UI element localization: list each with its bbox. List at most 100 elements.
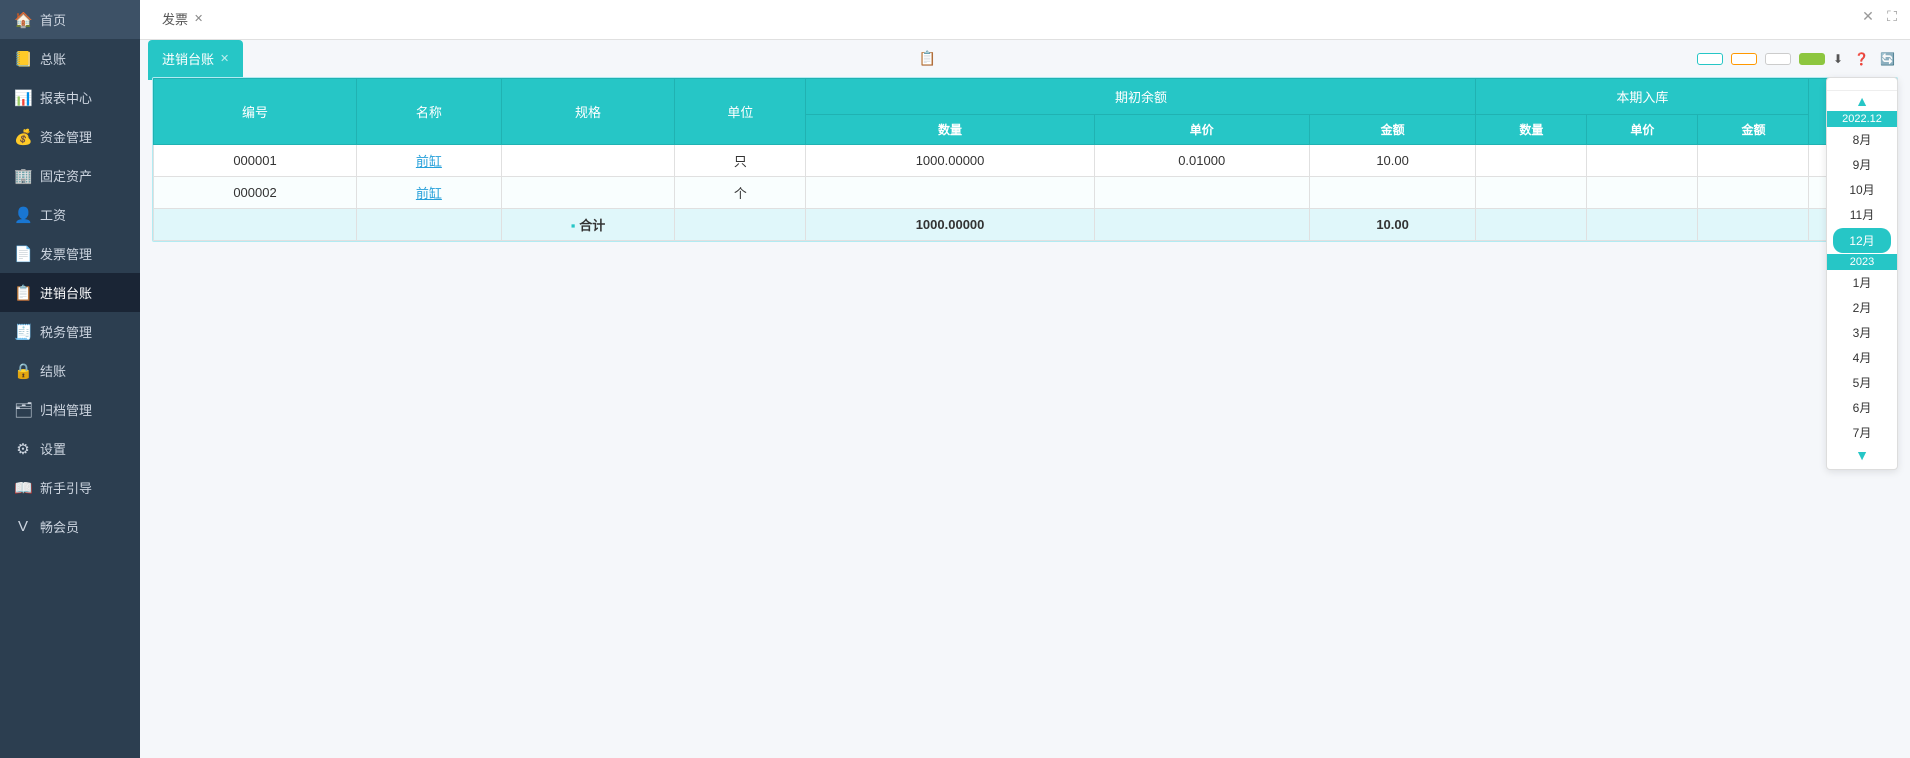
close-window-button[interactable]: ✕ bbox=[1860, 8, 1876, 24]
table-wrapper: 编号名称规格单位期初余额本期入库数 数量单价金额数量单价金额 000001前缸只… bbox=[152, 77, 1898, 242]
sidebar-item-member[interactable]: V 畅会员 bbox=[0, 507, 140, 546]
sidebar-icon-funds: 💰 bbox=[14, 128, 32, 146]
total-cell-3 bbox=[675, 209, 806, 241]
sub-th-单价: 单价 bbox=[1587, 115, 1698, 145]
month-item-2022-12月[interactable]: 12月 bbox=[1833, 228, 1891, 253]
generate-voucher-button[interactable] bbox=[1799, 53, 1825, 65]
cell-1-0: 000002 bbox=[154, 177, 357, 209]
th-名称: 名称 bbox=[357, 79, 502, 145]
th-规格: 规格 bbox=[501, 79, 675, 145]
sidebar-icon-tax: 🧾 bbox=[14, 323, 32, 341]
sidebar-label-archive: 归档管理 bbox=[40, 400, 92, 419]
sidebar-label-funds: 资金管理 bbox=[40, 127, 92, 146]
sub-th-金额: 金额 bbox=[1309, 115, 1476, 145]
cell-1-9 bbox=[1698, 177, 1809, 209]
month-item-2023-7月[interactable]: 7月 bbox=[1827, 420, 1897, 445]
sidebar-item-fixed-assets[interactable]: 🏢 固定资产 bbox=[0, 156, 140, 195]
sidebar-item-home[interactable]: 🏠 首页 bbox=[0, 0, 140, 39]
total-cell-0 bbox=[154, 209, 357, 241]
sidebar-label-home: 首页 bbox=[40, 10, 66, 29]
sidebar-icon-purchase-sales: 📋 bbox=[14, 284, 32, 302]
month-item-2023-6月[interactable]: 6月 bbox=[1827, 395, 1897, 420]
month-item-2023-4月[interactable]: 4月 bbox=[1827, 345, 1897, 370]
help-button[interactable]: ❓ bbox=[1854, 52, 1872, 66]
sidebar-icon-fixed-assets: 🏢 bbox=[14, 167, 32, 185]
month-list: 2022.128月9月10月11月12月20231月2月3月4月5月6月7月 bbox=[1827, 111, 1897, 445]
tab-invoice-tab[interactable]: 发票✕ bbox=[148, 0, 243, 40]
total-cell-9 bbox=[1698, 209, 1809, 241]
cell-link-1-1[interactable]: 前缸 bbox=[416, 186, 442, 201]
reopen-button[interactable] bbox=[1731, 53, 1757, 65]
month-item-2023-3月[interactable]: 3月 bbox=[1827, 320, 1897, 345]
sidebar-label-close: 结账 bbox=[40, 361, 66, 380]
refresh-icon: 🔄 bbox=[1880, 52, 1895, 66]
sidebar-label-settings: 设置 bbox=[40, 439, 66, 458]
sidebar-label-reports: 报表中心 bbox=[40, 88, 92, 107]
cell-0-8 bbox=[1587, 145, 1698, 177]
sidebar-item-tax[interactable]: 🧾税务管理 bbox=[0, 312, 140, 351]
month-panel-title bbox=[1827, 82, 1897, 91]
cell-1-8 bbox=[1587, 177, 1698, 209]
month-item-2023-2月[interactable]: 2月 bbox=[1827, 295, 1897, 320]
sidebar-label-ledger: 总账 bbox=[40, 49, 66, 68]
cell-link-0-1[interactable]: 前缸 bbox=[416, 154, 442, 169]
sidebar-item-settings[interactable]: ⚙ 设置 bbox=[0, 429, 140, 468]
refresh-button[interactable]: 🔄 bbox=[1880, 52, 1898, 66]
cell-1-4 bbox=[806, 177, 1094, 209]
month-item-2022-8月[interactable]: 8月 bbox=[1827, 127, 1897, 152]
top-bar: 📋 ⬇ ❓ 🔄 bbox=[152, 50, 1898, 67]
cell-0-3: 只 bbox=[675, 145, 806, 177]
sidebar-item-funds[interactable]: 💰 资金管理 bbox=[0, 117, 140, 156]
cell-0-2 bbox=[501, 145, 675, 177]
th-本期入库: 本期入库 bbox=[1476, 79, 1809, 115]
sidebar-item-guide[interactable]: 📖新手引导 bbox=[0, 468, 140, 507]
sidebar-item-ledger[interactable]: 📒 总账 bbox=[0, 39, 140, 78]
sidebar-icon-home: 🏠 bbox=[14, 11, 32, 29]
save-alias-button[interactable] bbox=[1765, 53, 1791, 65]
sidebar-label-member: 畅会员 bbox=[40, 517, 79, 536]
month-nav-down[interactable]: ▼ bbox=[1827, 445, 1897, 465]
sub-th-数量: 数量 bbox=[806, 115, 1094, 145]
sidebar-item-payroll[interactable]: 👤工资 bbox=[0, 195, 140, 234]
month-item-2023-5月[interactable]: 5月 bbox=[1827, 370, 1897, 395]
download-button[interactable]: ⬇ bbox=[1833, 52, 1846, 66]
th-期初余额: 期初余额 bbox=[806, 79, 1476, 115]
sidebar-label-invoice-mgmt: 发票管理 bbox=[40, 244, 92, 263]
cell-0-5: 0.01000 bbox=[1094, 145, 1309, 177]
sidebar-item-archive[interactable]: 🗂归档管理 bbox=[0, 390, 140, 429]
sidebar-icon-guide: 📖 bbox=[14, 479, 32, 497]
total-row: ▪合计1000.0000010.00 bbox=[154, 209, 1897, 241]
month-nav-up[interactable]: ▲ bbox=[1827, 91, 1897, 111]
cell-1-7 bbox=[1476, 177, 1587, 209]
sidebar-icon-close: 🔒 bbox=[14, 362, 32, 380]
cell-1-3: 个 bbox=[675, 177, 806, 209]
reconcile-button[interactable] bbox=[1697, 53, 1723, 65]
sidebar-item-reports[interactable]: 📊报表中心 bbox=[0, 78, 140, 117]
month-item-2023-1月[interactable]: 1月 bbox=[1827, 270, 1897, 295]
total-cell-2: ▪合计 bbox=[501, 209, 675, 241]
month-item-2022-11月[interactable]: 11月 bbox=[1827, 202, 1897, 227]
cell-1-5 bbox=[1094, 177, 1309, 209]
sidebar-item-invoice-mgmt[interactable]: 📄发票管理 bbox=[0, 234, 140, 273]
month-panel: ▲ 2022.128月9月10月11月12月20231月2月3月4月5月6月7月… bbox=[1826, 77, 1898, 470]
sidebar-item-purchase-sales[interactable]: 📋 进销台账 bbox=[0, 273, 140, 312]
sidebar-item-close[interactable]: 🔒 结账 bbox=[0, 351, 140, 390]
total-cell-4: 1000.00000 bbox=[806, 209, 1094, 241]
cell-1-2 bbox=[501, 177, 675, 209]
sidebar-icon-settings: ⚙ bbox=[14, 440, 32, 458]
tab-bar: 首页发票✕进销台账✕ ✕ ⛶ bbox=[140, 0, 1910, 40]
month-item-2022-10月[interactable]: 10月 bbox=[1827, 177, 1897, 202]
maximize-window-button[interactable]: ⛶ bbox=[1884, 8, 1900, 24]
sidebar-icon-member: V bbox=[14, 518, 32, 535]
sidebar-icon-ledger: 📒 bbox=[14, 50, 32, 68]
cell-0-7 bbox=[1476, 145, 1587, 177]
sub-th-金额: 金额 bbox=[1698, 115, 1809, 145]
main-area: 首页发票✕进销台账✕ ✕ ⛶ 📋 ⬇ bbox=[140, 0, 1910, 758]
sub-th-单价: 单价 bbox=[1094, 115, 1309, 145]
sidebar-label-fixed-assets: 固定资产 bbox=[40, 166, 92, 185]
total-cell-8 bbox=[1587, 209, 1698, 241]
tab-close-invoice-tab[interactable]: ✕ bbox=[194, 12, 203, 25]
cell-1-6 bbox=[1309, 177, 1476, 209]
sidebar-label-purchase-sales: 进销台账 bbox=[40, 283, 92, 302]
month-item-2022-9月[interactable]: 9月 bbox=[1827, 152, 1897, 177]
